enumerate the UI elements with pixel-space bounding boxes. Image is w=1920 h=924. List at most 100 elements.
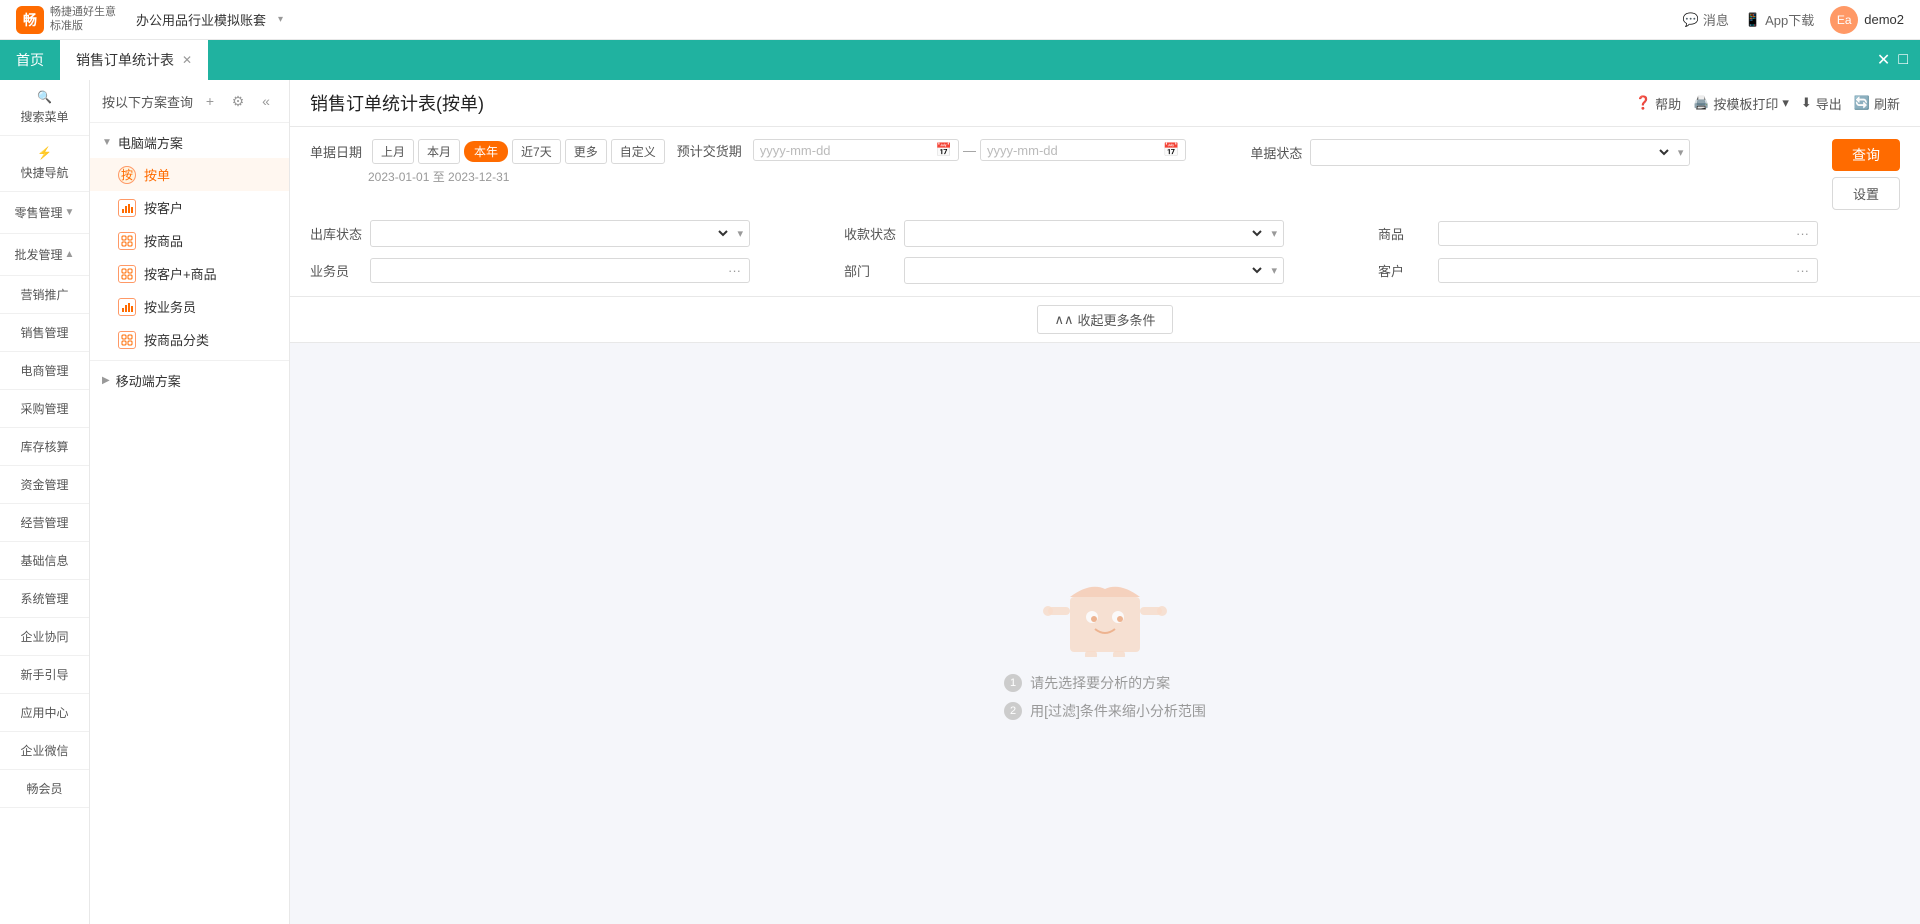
date-btn-this-month[interactable]: 本月 (418, 139, 460, 164)
department-select[interactable] (905, 258, 1265, 283)
out-status-dropdown-icon: ▾ (731, 227, 749, 240)
delivery-start-input[interactable] (760, 143, 936, 158)
empty-tips: 1 请先选择要分析的方案 2 用[过滤]条件来缩小分析范围 (1004, 673, 1206, 721)
refresh-button[interactable]: 🔄 刷新 (1854, 94, 1900, 113)
scheme-item-by-customer-goods[interactable]: 按客户+商品 (90, 257, 289, 290)
out-status-select-wrapper[interactable]: ▾ (370, 220, 750, 247)
scheme-item-label: 按商品分类 (144, 330, 209, 349)
export-button[interactable]: ⬇ 导出 (1801, 94, 1842, 113)
sidebar-item-ecommerce[interactable]: 电商管理 (0, 352, 89, 390)
message-icon: 💬 (1683, 12, 1699, 28)
scheme-item-by-order[interactable]: 按 按单 (90, 158, 289, 191)
tab-close-icon[interactable]: ✕ (182, 53, 192, 67)
scheme-item-by-salesperson[interactable]: 按业务员 (90, 290, 289, 323)
sidebar-item-system[interactable]: 系统管理 (0, 580, 89, 618)
collapse-filter-button[interactable]: ∧∧ 收起更多条件 (1037, 305, 1172, 334)
salesperson-select-wrapper[interactable]: ··· (370, 258, 750, 283)
scheme-item-by-goods[interactable]: 按商品 (90, 224, 289, 257)
empty-illustration (1040, 547, 1170, 657)
status-select-wrapper[interactable]: ▾ (1310, 139, 1690, 166)
goods-input[interactable] (1439, 222, 1788, 245)
help-button[interactable]: ❓ 帮助 (1635, 94, 1681, 113)
scheme-section-pc: ▼ 电脑端方案 按 按单 按客户 按商品 (90, 123, 289, 360)
top-bar-left: 畅 畅捷通好生意 标准版 办公用品行业模拟账套 ▾ (16, 6, 283, 34)
filter-date-row: 单据日期 上月 本月 本年 近7天 更多 自定义 (310, 139, 665, 164)
sidebar-item-wechat[interactable]: 企业微信 (0, 732, 89, 770)
user-area[interactable]: Ea demo2 (1830, 6, 1904, 34)
sidebar-item-newbie[interactable]: 新手引导 (0, 656, 89, 694)
sidebar-item-label: 新手引导 (20, 666, 68, 683)
download-icon: 📱 (1745, 12, 1761, 28)
status-select[interactable] (1311, 140, 1671, 165)
sidebar-item-finance[interactable]: 资金管理 (0, 466, 89, 504)
date-btn-this-year[interactable]: 本年 (464, 141, 508, 162)
query-button[interactable]: 查询 (1832, 139, 1900, 171)
scheme-item-by-goods-category[interactable]: 按商品分类 (90, 323, 289, 356)
goods-more-icon[interactable]: ··· (1788, 226, 1817, 241)
salesperson-input[interactable] (371, 259, 720, 282)
expand-arrow-mobile-icon: ▶ (102, 375, 110, 386)
date-btn-last-month[interactable]: 上月 (372, 139, 414, 164)
delivery-date-start[interactable]: 📅 (753, 139, 959, 161)
print-button[interactable]: 🖨️ 按模板打印 ▾ (1693, 94, 1789, 113)
sidebar-item-shortcuts[interactable]: ⚡ 快捷导航 (0, 136, 89, 192)
add-scheme-button[interactable]: + (199, 90, 221, 112)
action-buttons: 查询 设置 (1832, 139, 1900, 210)
sidebar-item-label: 基础信息 (20, 552, 68, 569)
message-button[interactable]: 💬 消息 (1683, 10, 1729, 29)
out-status-select[interactable] (371, 221, 731, 246)
filter-status-group: 单据状态 ▾ (1250, 139, 1812, 166)
receipt-status-select[interactable] (905, 221, 1265, 246)
customer-select-wrapper[interactable]: ··· (1438, 258, 1818, 283)
status-dropdown-icon: ▾ (1672, 146, 1690, 159)
sidebar-item-label: 经营管理 (20, 514, 68, 531)
sidebar-item-label: 应用中心 (20, 704, 68, 721)
tab-maximize-button[interactable]: □ (1898, 51, 1908, 69)
app-download-button[interactable]: 📱 App下载 (1745, 10, 1814, 29)
scheme-icon-goods-category (118, 331, 136, 349)
date-btn-more[interactable]: 更多 (565, 139, 607, 164)
sidebar-item-enterprise-collab[interactable]: 企业协同 (0, 618, 89, 656)
sidebar-item-marketing[interactable]: 营销推广 (0, 276, 89, 314)
sidebar-item-operations[interactable]: 经营管理 (0, 504, 89, 542)
collapse-panel-button[interactable]: « (255, 90, 277, 112)
sidebar-item-retail[interactable]: 零售管理 ▼ (0, 192, 89, 234)
goods-select-wrapper[interactable]: ··· (1438, 221, 1818, 246)
collapse-bar: ∧∧ 收起更多条件 (290, 297, 1920, 343)
tab-home[interactable]: 首页 (0, 40, 60, 80)
sidebar-item-inventory[interactable]: 库存核算 (0, 428, 89, 466)
sidebar-item-sales[interactable]: 销售管理 (0, 314, 89, 352)
tip-num-2: 2 (1004, 702, 1022, 720)
sidebar-item-member[interactable]: 畅会员 (0, 770, 89, 808)
user-name: demo2 (1864, 12, 1904, 27)
empty-state: 1 请先选择要分析的方案 2 用[过滤]条件来缩小分析范围 (1004, 547, 1206, 721)
sidebar-item-search[interactable]: 🔍 搜索菜单 (0, 80, 89, 136)
scheme-item-by-customer[interactable]: 按客户 (90, 191, 289, 224)
date-btn-last-7-days[interactable]: 近7天 (512, 139, 561, 164)
date-btn-custom[interactable]: 自定义 (611, 139, 665, 164)
left-scheme-panel: 按以下方案查询 + ⚙ « ▼ 电脑端方案 按 按单 (90, 80, 290, 924)
scheme-icon-goods (118, 232, 136, 250)
customer-input[interactable] (1439, 259, 1788, 282)
tab-sales-stats[interactable]: 销售订单统计表 ✕ (60, 40, 208, 80)
top-nav-dropdown-icon[interactable]: ▾ (278, 14, 283, 25)
scheme-section-header-pc[interactable]: ▼ 电脑端方案 (90, 127, 289, 158)
goods-label: 商品 (1378, 224, 1434, 243)
scheme-item-label: 按商品 (144, 231, 183, 250)
settings-button[interactable]: 设置 (1832, 177, 1900, 210)
salesperson-more-icon[interactable]: ··· (720, 263, 749, 278)
sidebar-item-wholesale[interactable]: 批发管理 ▲ (0, 234, 89, 276)
customer-more-icon[interactable]: ··· (1788, 263, 1817, 278)
sidebar-item-purchase[interactable]: 采购管理 (0, 390, 89, 428)
delivery-date-end[interactable]: 📅 (980, 139, 1186, 161)
department-select-wrapper[interactable]: ▾ (904, 257, 1284, 284)
sidebar-item-app-center[interactable]: 应用中心 (0, 694, 89, 732)
config-scheme-button[interactable]: ⚙ (227, 90, 249, 112)
sidebar-item-basic-info[interactable]: 基础信息 (0, 542, 89, 580)
tab-close-window-button[interactable]: ✕ (1877, 50, 1890, 70)
scheme-section-header-mobile[interactable]: ▶ 移动端方案 (90, 365, 289, 396)
receipt-status-select-wrapper[interactable]: ▾ (904, 220, 1284, 247)
filter-delivery-group: 预计交货期 📅 — 📅 (677, 139, 1239, 161)
sidebar-item-label: 采购管理 (20, 400, 68, 417)
delivery-end-input[interactable] (987, 143, 1163, 158)
